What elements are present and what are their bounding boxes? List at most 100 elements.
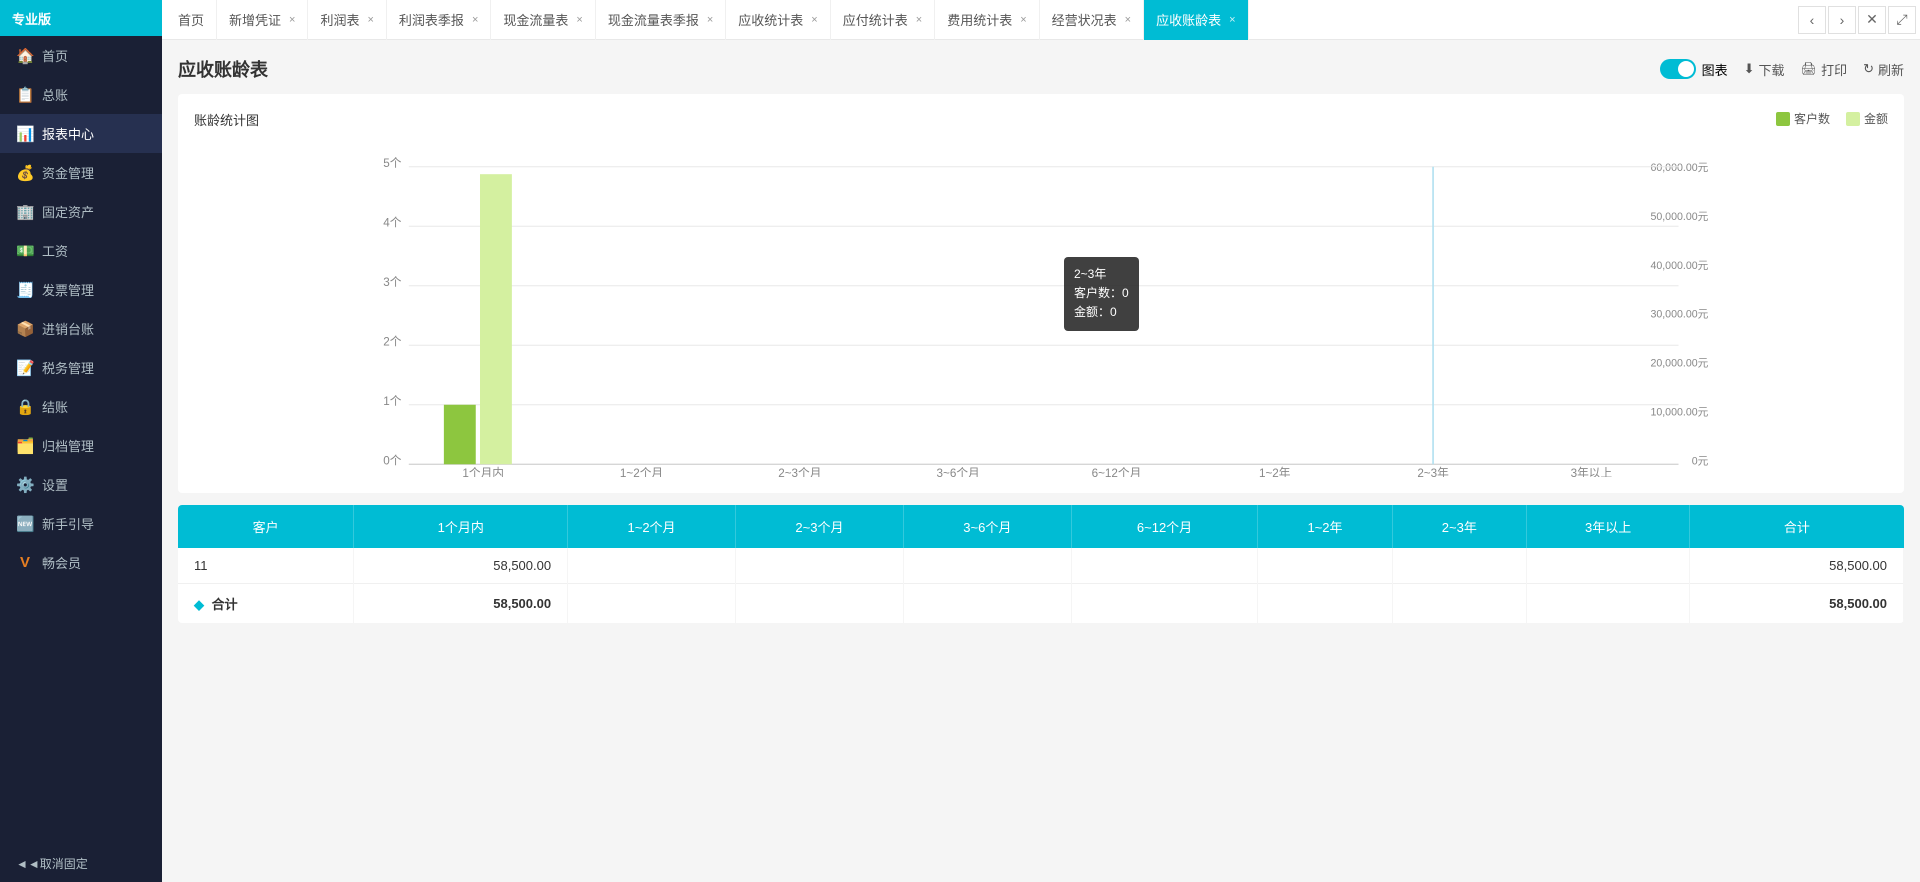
svg-text:10,000.00元: 10,000.00元: [1650, 406, 1708, 418]
sidebar-item-asset[interactable]: 🏢 固定资产: [0, 192, 162, 231]
tab-next-button[interactable]: ›: [1828, 6, 1856, 34]
tab-business-stat[interactable]: 经营状况表 ×: [1040, 0, 1144, 40]
ledger-icon: 📋: [16, 86, 34, 104]
tab-label: 应收统计表: [738, 10, 803, 29]
tab-close-payable-stat[interactable]: ×: [916, 14, 922, 26]
sidebar-item-label: 归档管理: [42, 436, 94, 455]
sidebar-item-label: 工资: [42, 241, 68, 260]
tab-close-profit-quarterly[interactable]: ×: [472, 14, 478, 26]
print-icon: 🖨: [1801, 61, 1818, 77]
total-1-2y: [1258, 584, 1392, 624]
tab-profit-quarterly[interactable]: 利润表季报 ×: [387, 0, 491, 40]
tab-label: 首页: [178, 10, 204, 29]
total-1m: 58,500.00: [354, 584, 568, 624]
tab-profit[interactable]: 利润表 ×: [308, 0, 386, 40]
cell-3-6m: [903, 548, 1071, 584]
sidebar-item-salary[interactable]: 💵 工资: [0, 231, 162, 270]
tab-label: 新增凭证: [229, 10, 281, 29]
sidebar-item-guide[interactable]: 🆕 新手引导: [0, 504, 162, 543]
svg-text:4个: 4个: [383, 216, 401, 229]
download-label: 下载: [1759, 60, 1785, 79]
tab-close-voucher[interactable]: ×: [289, 14, 295, 26]
tab-receivable-stat[interactable]: 应收统计表 ×: [726, 0, 830, 40]
asset-icon: 🏢: [16, 203, 34, 221]
tab-expand-button[interactable]: ⤢: [1888, 6, 1916, 34]
tab-prev-button[interactable]: ‹: [1798, 6, 1826, 34]
col-header-3-6m: 3~6个月: [903, 505, 1071, 548]
tab-close-business-stat[interactable]: ×: [1125, 14, 1131, 26]
col-header-6-12m: 6~12个月: [1071, 505, 1258, 548]
member-icon: V: [16, 554, 34, 571]
svg-text:40,000.00元: 40,000.00元: [1650, 260, 1708, 272]
download-button[interactable]: ⬇ 下载: [1744, 60, 1785, 79]
svg-text:5个: 5个: [383, 157, 401, 170]
x-label-2: 2~3个月: [778, 467, 821, 477]
sidebar-item-label: 结账: [42, 397, 68, 416]
sidebar-item-member[interactable]: V 畅会员: [0, 543, 162, 582]
refresh-icon: ↻: [1863, 61, 1874, 77]
print-button[interactable]: 🖨 打印: [1801, 60, 1848, 79]
total-1-2m: [568, 584, 736, 624]
col-header-1m: 1个月内: [354, 505, 568, 548]
download-icon: ⬇: [1744, 61, 1755, 77]
x-label-1: 1~2个月: [620, 467, 663, 477]
legend-customer: 客户数: [1776, 110, 1830, 127]
tab-close-aging[interactable]: ×: [1229, 14, 1235, 26]
chart-toggle[interactable]: [1660, 59, 1696, 79]
tab-expense-stat[interactable]: 费用统计表 ×: [935, 0, 1039, 40]
tab-cashflow-quarterly[interactable]: 现金流量表季报 ×: [596, 0, 726, 40]
legend-amount: 金额: [1846, 110, 1888, 127]
tab-voucher[interactable]: 新增凭证 ×: [217, 0, 308, 40]
sidebar-item-home[interactable]: 🏠 首页: [0, 36, 162, 75]
sidebar-item-invoice[interactable]: 🧾 发票管理: [0, 270, 162, 309]
legend-customer-dot: [1776, 112, 1790, 126]
svg-text:30,000.00元: 30,000.00元: [1650, 309, 1708, 321]
tab-close-receivable-stat[interactable]: ×: [811, 14, 817, 26]
cell-total: 58,500.00: [1690, 548, 1904, 584]
sidebar-item-tax[interactable]: 📝 税务管理: [0, 348, 162, 387]
sidebar-item-close[interactable]: 🔒 结账: [0, 387, 162, 426]
tab-aging[interactable]: 应收账龄表 ×: [1144, 0, 1248, 40]
sidebar-item-report[interactable]: 📊 报表中心: [0, 114, 162, 153]
stock-icon: 📦: [16, 320, 34, 338]
tab-label: 应付统计表: [843, 10, 908, 29]
tab-home[interactable]: 首页: [166, 0, 217, 40]
col-header-1-2m: 1~2个月: [568, 505, 736, 548]
tab-close-all-button[interactable]: ✕: [1858, 6, 1886, 34]
sidebar-item-label: 首页: [42, 46, 68, 65]
tax-icon: 📝: [16, 359, 34, 377]
data-table: 客户 1个月内 1~2个月 2~3个月 3~6个月 6~12个月 1~2年 2~…: [178, 505, 1904, 623]
guide-icon: 🆕: [16, 515, 34, 533]
cell-3y-plus: [1527, 548, 1690, 584]
chart-title: 账龄统计图: [194, 110, 1888, 129]
tab-label: 费用统计表: [947, 10, 1012, 29]
svg-text:3个: 3个: [383, 276, 401, 289]
sidebar-item-settings[interactable]: ⚙️ 设置: [0, 465, 162, 504]
refresh-button[interactable]: ↻ 刷新: [1863, 60, 1904, 79]
tab-cashflow[interactable]: 现金流量表 ×: [491, 0, 595, 40]
toggle-pin-button[interactable]: ◄◄取消固定: [0, 845, 162, 882]
total-3-6m: [903, 584, 1071, 624]
sidebar-item-archive[interactable]: 🗂️ 归档管理: [0, 426, 162, 465]
sidebar-item-label: 总账: [42, 85, 68, 104]
tab-close-expense-stat[interactable]: ×: [1020, 14, 1026, 26]
tab-payable-stat[interactable]: 应付统计表 ×: [831, 0, 935, 40]
table-header-row: 客户 1个月内 1~2个月 2~3个月 3~6个月 6~12个月 1~2年 2~…: [178, 505, 1904, 548]
legend-customer-label: 客户数: [1794, 110, 1830, 127]
sidebar-item-stock[interactable]: 📦 进销台账: [0, 309, 162, 348]
app-logo: 专业版: [0, 0, 162, 36]
tab-label: 经营状况表: [1052, 10, 1117, 29]
home-icon: 🏠: [16, 47, 34, 65]
table-total-row: ◆ 合计 58,500.00 58,500.00: [178, 584, 1904, 624]
tab-close-profit[interactable]: ×: [367, 14, 373, 26]
chart-svg: 0个 1个 2个 3个 4个 5个 0元 10,000.00元 20,000.0…: [194, 137, 1888, 477]
tab-close-cashflow-quarterly[interactable]: ×: [707, 14, 713, 26]
svg-text:0个: 0个: [383, 454, 401, 467]
page-header: 应收账龄表 图表 ⬇ 下载 🖨 打印 ↻ 刷新: [178, 56, 1904, 82]
sidebar-item-label: 进销台账: [42, 319, 94, 338]
sidebar-item-ledger[interactable]: 📋 总账: [0, 75, 162, 114]
svg-text:0元: 0元: [1692, 455, 1709, 467]
tab-close-cashflow[interactable]: ×: [576, 14, 582, 26]
refresh-label: 刷新: [1878, 60, 1904, 79]
sidebar-item-fund[interactable]: 💰 资金管理: [0, 153, 162, 192]
